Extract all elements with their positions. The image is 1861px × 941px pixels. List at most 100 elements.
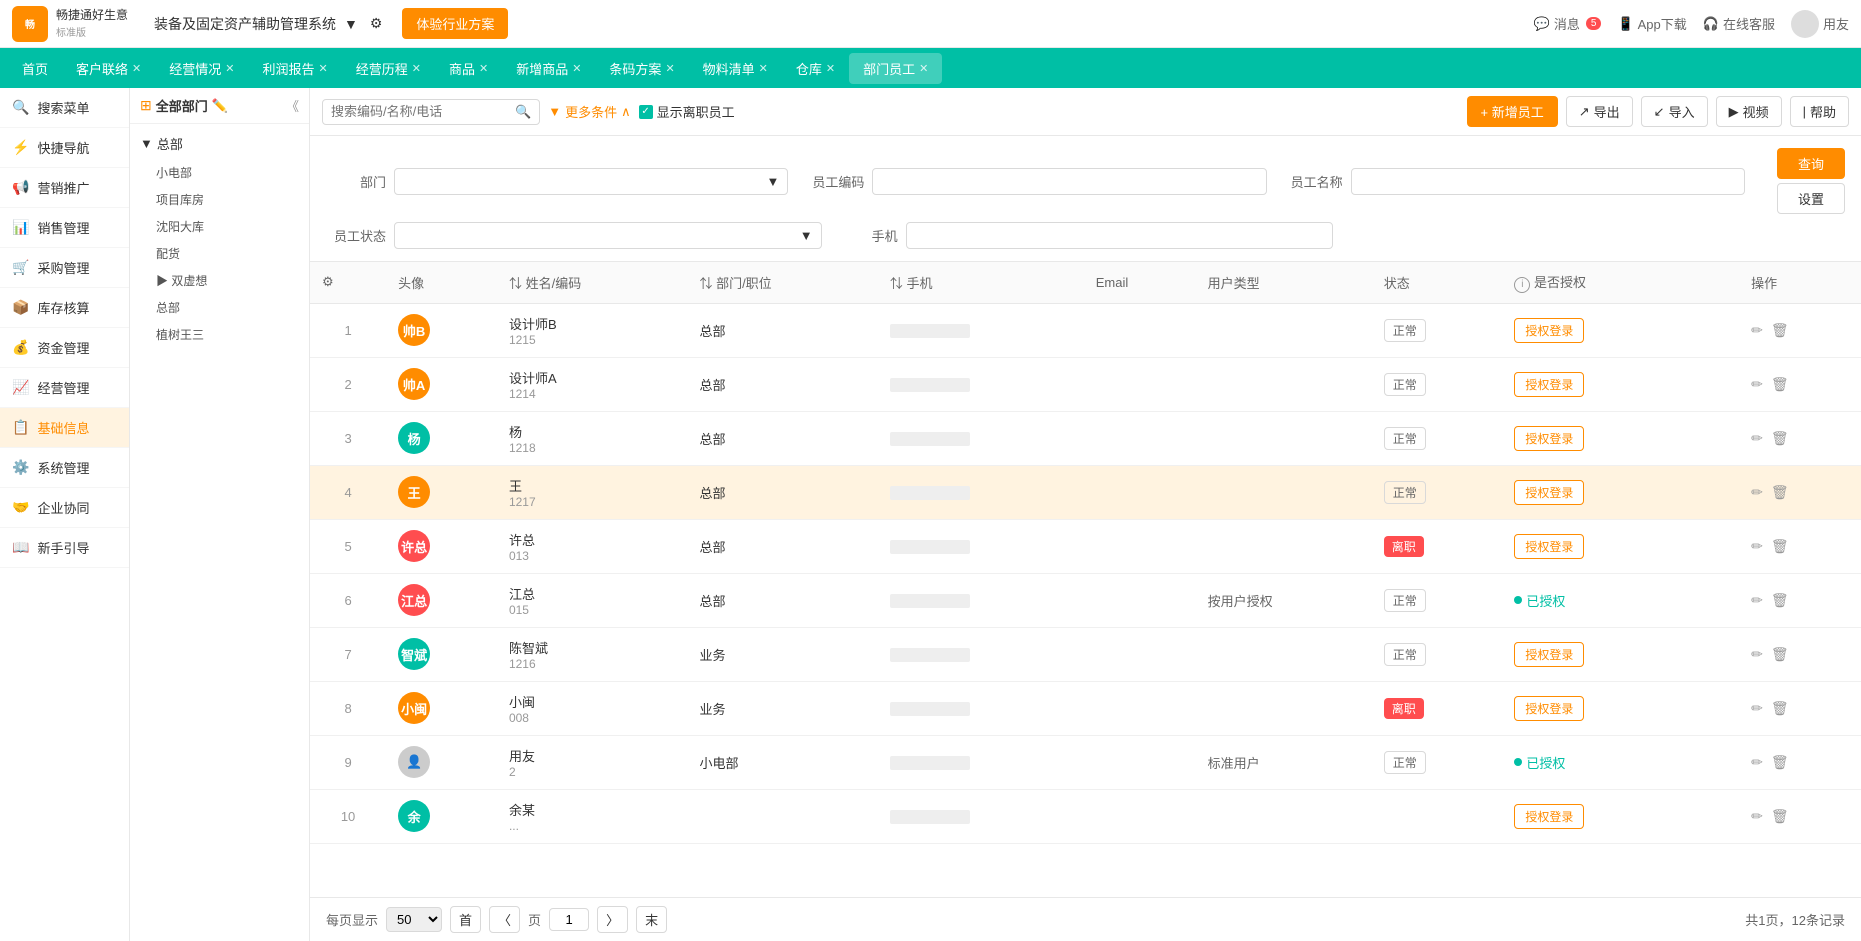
tab-bom[interactable]: 物料清单 ✕ bbox=[689, 53, 782, 84]
dept-item-zongbu[interactable]: 总部 bbox=[146, 294, 309, 321]
delete-icon[interactable]: 🗑 bbox=[1771, 376, 1789, 393]
phone-blur bbox=[890, 378, 970, 392]
delete-icon[interactable]: 🗑 bbox=[1771, 322, 1789, 339]
export-button[interactable]: ↗ 导出 bbox=[1566, 96, 1633, 127]
delete-icon[interactable]: 🗑 bbox=[1771, 538, 1789, 555]
search-input[interactable] bbox=[331, 104, 511, 119]
nav-purchase[interactable]: 🛒 采购管理 bbox=[0, 248, 129, 288]
authorize-button[interactable]: 授权登录 bbox=[1514, 804, 1584, 829]
edit-icon[interactable]: ✏ bbox=[1751, 376, 1763, 393]
dept-item-xiaodian[interactable]: 小电部 bbox=[146, 159, 309, 186]
filter-name-input[interactable] bbox=[1351, 168, 1745, 195]
nav-collab[interactable]: 🤝 企业协同 bbox=[0, 488, 129, 528]
edit-icon[interactable]: ✏ bbox=[1751, 430, 1763, 447]
user-menu[interactable]: 用友 bbox=[1791, 10, 1849, 38]
online-service-button[interactable]: 🎧 在线客服 bbox=[1703, 14, 1775, 33]
delete-icon[interactable]: 🗑 bbox=[1771, 754, 1789, 771]
table-row: 6江总江总015总部按用户授权正常已授权 ✏ 🗑 bbox=[310, 573, 1861, 627]
nav-inventory[interactable]: 📦 库存核算 bbox=[0, 288, 129, 328]
row-avatar-cell: 👤 bbox=[386, 735, 497, 789]
edit-icon[interactable]: ✏ bbox=[1751, 538, 1763, 555]
tab-operations[interactable]: 经营情况 ✕ bbox=[155, 53, 248, 84]
delete-icon[interactable]: 🗑 bbox=[1771, 484, 1789, 501]
delete-icon[interactable]: 🗑 bbox=[1771, 808, 1789, 825]
dept-item-project[interactable]: 项目库房 bbox=[146, 186, 309, 213]
nav-shortcuts[interactable]: ⚡ 快捷导航 bbox=[0, 128, 129, 168]
dept-item-distribution[interactable]: 配货 bbox=[146, 240, 309, 267]
dept-item-zhushu[interactable]: 植树王三 bbox=[146, 321, 309, 348]
page-number-input[interactable] bbox=[549, 908, 589, 931]
tab-employees[interactable]: 部门员工 ✕ bbox=[849, 53, 942, 84]
search-box[interactable]: 🔍 bbox=[322, 99, 540, 125]
tab-customer[interactable]: 客户联络 ✕ bbox=[62, 53, 155, 84]
tab-warehouse[interactable]: 仓库 ✕ bbox=[782, 53, 849, 84]
delete-icon[interactable]: 🗑 bbox=[1771, 592, 1789, 609]
authorize-button[interactable]: 授权登录 bbox=[1514, 372, 1584, 397]
tab-home[interactable]: 首页 bbox=[8, 53, 62, 84]
view-button[interactable]: ▶ 视频 bbox=[1716, 96, 1782, 127]
col-phone[interactable]: ⇅ 手机 bbox=[878, 262, 1084, 303]
edit-icon[interactable]: ✏ bbox=[1751, 754, 1763, 771]
authorize-button[interactable]: 授权登录 bbox=[1514, 534, 1584, 559]
nav-finance[interactable]: 💰 资金管理 bbox=[0, 328, 129, 368]
app-download-button[interactable]: 📱 App下载 bbox=[1617, 14, 1686, 33]
nav-business[interactable]: 📈 经营管理 bbox=[0, 368, 129, 408]
more-filter-button[interactable]: ▼ 更多条件 ∧ bbox=[548, 102, 630, 121]
edit-icon[interactable]: ✏ bbox=[1751, 322, 1763, 339]
dept-collapse-icon[interactable]: 《 bbox=[286, 96, 299, 115]
filter-phone-input[interactable] bbox=[906, 222, 1334, 249]
show-resigned-checkbox[interactable]: ✓ bbox=[639, 105, 653, 119]
tab-history[interactable]: 经营历程 ✕ bbox=[342, 53, 435, 84]
nav-guide[interactable]: 📖 新手引导 bbox=[0, 528, 129, 568]
delete-icon[interactable]: 🗑 bbox=[1771, 646, 1789, 663]
search-button[interactable]: 查询 bbox=[1777, 148, 1845, 179]
trial-button[interactable]: 体验行业方案 bbox=[402, 8, 508, 39]
tab-profit[interactable]: 利润报告 ✕ bbox=[248, 53, 341, 84]
col-dept[interactable]: ⇅ 部门/职位 bbox=[687, 262, 877, 303]
edit-icon[interactable]: ✏ bbox=[1751, 700, 1763, 717]
authorize-button[interactable]: 授权登录 bbox=[1514, 696, 1584, 721]
auth-info-icon[interactable]: i bbox=[1514, 277, 1530, 293]
filter-dept-select[interactable]: ▼ bbox=[394, 168, 788, 195]
last-page-button[interactable]: 末 bbox=[636, 906, 667, 933]
row-number: 6 bbox=[310, 573, 386, 627]
add-employee-button[interactable]: + 新增员工 bbox=[1467, 96, 1558, 127]
show-resigned-toggle[interactable]: ✓ 显示离职员工 bbox=[639, 102, 735, 121]
nav-system[interactable]: ⚙️ 系统管理 bbox=[0, 448, 129, 488]
tab-goods[interactable]: 商品 ✕ bbox=[435, 53, 502, 84]
edit-icon[interactable]: ✏ bbox=[1751, 808, 1763, 825]
tab-barcode[interactable]: 条码方案 ✕ bbox=[595, 53, 688, 84]
col-settings[interactable]: ⚙ bbox=[310, 262, 386, 303]
title-dropdown-icon[interactable]: ▼ bbox=[344, 16, 358, 32]
authorize-button[interactable]: 授权登录 bbox=[1514, 426, 1584, 451]
edit-icon[interactable]: ✏ bbox=[1751, 646, 1763, 663]
first-page-button[interactable]: 首 bbox=[450, 906, 481, 933]
authorize-button[interactable]: 授权登录 bbox=[1514, 642, 1584, 667]
dept-item-shenyang[interactable]: 沈阳大库 bbox=[146, 213, 309, 240]
delete-icon[interactable]: 🗑 bbox=[1771, 700, 1789, 717]
per-page-select[interactable]: 50 20 100 bbox=[386, 907, 442, 932]
filter-status-select[interactable]: ▼ bbox=[394, 222, 822, 249]
nav-marketing[interactable]: 📢 营销推广 bbox=[0, 168, 129, 208]
message-button[interactable]: 💬 消息 5 bbox=[1534, 14, 1602, 33]
nav-basic-info[interactable]: 📋 基础信息 bbox=[0, 408, 129, 448]
col-name[interactable]: ⇅ 姓名/编码 bbox=[497, 262, 687, 303]
help-button[interactable]: | 帮助 bbox=[1790, 96, 1849, 127]
tab-add-goods[interactable]: 新增商品 ✕ bbox=[502, 53, 595, 84]
filter-settings-button[interactable]: 设置 bbox=[1777, 183, 1845, 214]
settings-icon[interactable]: ⚙ bbox=[366, 11, 387, 36]
delete-icon[interactable]: 🗑 bbox=[1771, 430, 1789, 447]
edit-icon[interactable]: ✏ bbox=[1751, 592, 1763, 609]
dept-item-shuangxu[interactable]: ▶ 双虚想 bbox=[146, 267, 309, 294]
nav-sales[interactable]: 📊 销售管理 bbox=[0, 208, 129, 248]
next-page-button[interactable]: 〉 bbox=[597, 906, 628, 933]
prev-page-button[interactable]: 〈 bbox=[489, 906, 520, 933]
import-button[interactable]: ↙ 导入 bbox=[1641, 96, 1708, 127]
authorize-button[interactable]: 授权登录 bbox=[1514, 318, 1584, 343]
dept-node-hq-parent[interactable]: ▼ 总部 bbox=[130, 128, 309, 159]
nav-search[interactable]: 🔍 搜索菜单 bbox=[0, 88, 129, 128]
dept-edit-icon[interactable]: ✏️ bbox=[212, 98, 228, 114]
edit-icon[interactable]: ✏ bbox=[1751, 484, 1763, 501]
filter-code-input[interactable] bbox=[872, 168, 1266, 195]
authorize-button[interactable]: 授权登录 bbox=[1514, 480, 1584, 505]
